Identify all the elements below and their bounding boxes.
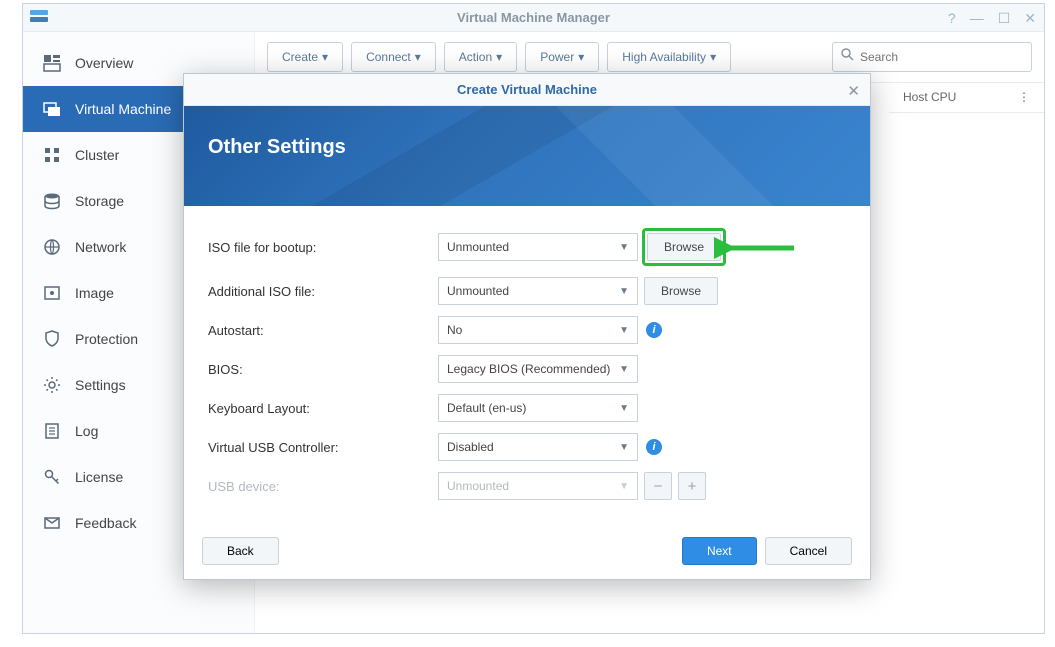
modal-heading: Other Settings xyxy=(208,136,846,159)
next-button[interactable]: Next xyxy=(682,537,757,565)
select-iso-additional[interactable]: Unmounted▼ xyxy=(438,277,638,305)
chevron-down-icon: ▼ xyxy=(619,442,629,453)
chevron-down-icon: ▼ xyxy=(619,242,629,253)
chevron-down-icon: ▼ xyxy=(619,286,629,297)
ha-button[interactable]: High Availability▾ xyxy=(607,42,731,72)
highlight-annotation: Browse xyxy=(642,228,726,266)
label-iso-additional: Additional ISO file: xyxy=(208,284,438,299)
row-usb-controller: Virtual USB Controller: Disabled▼ i xyxy=(208,433,846,461)
vm-icon xyxy=(43,100,61,118)
browse-iso-bootup-button[interactable]: Browse xyxy=(647,233,721,261)
image-icon xyxy=(43,284,61,302)
chevron-down-icon: ▼ xyxy=(619,325,629,336)
select-keyboard[interactable]: Default (en-us)▼ xyxy=(438,394,638,422)
dashboard-icon xyxy=(43,54,61,72)
row-iso-additional: Additional ISO file: Unmounted▼ Browse xyxy=(208,277,846,305)
sidebar-item-label: Protection xyxy=(75,331,138,347)
row-usb-device: USB device: Unmounted▼ − + xyxy=(208,472,846,500)
storage-icon xyxy=(43,192,61,210)
network-icon xyxy=(43,238,61,256)
sidebar-item-label: Cluster xyxy=(75,147,119,163)
gear-icon xyxy=(43,376,61,394)
row-autostart: Autostart: No▼ i xyxy=(208,316,846,344)
chevron-down-icon: ▼ xyxy=(619,403,629,414)
window-controls: ? — ☐ ✕ xyxy=(948,10,1036,27)
sidebar-item-label: Settings xyxy=(75,377,126,393)
chevron-down-icon: ▾ xyxy=(322,50,328,64)
window-title: Virtual Machine Manager xyxy=(457,10,610,25)
search-input[interactable] xyxy=(860,50,1023,64)
add-usb-button[interactable]: + xyxy=(678,472,706,500)
modal-footer: Back Next Cancel xyxy=(184,523,870,579)
sidebar-item-label: Storage xyxy=(75,193,124,209)
titlebar: Virtual Machine Manager ? — ☐ ✕ xyxy=(23,4,1044,32)
modal-titlebar: Create Virtual Machine ✕ xyxy=(184,74,870,106)
connect-button[interactable]: Connect▾ xyxy=(351,42,436,72)
back-button[interactable]: Back xyxy=(202,537,279,565)
sidebar-item-label: Image xyxy=(75,285,114,301)
envelope-icon xyxy=(43,514,61,532)
select-bios[interactable]: Legacy BIOS (Recommended)▼ xyxy=(438,355,638,383)
row-bios: BIOS: Legacy BIOS (Recommended)▼ xyxy=(208,355,846,383)
search-icon xyxy=(841,48,854,66)
browse-iso-additional-button[interactable]: Browse xyxy=(644,277,718,305)
sidebar-item-label: License xyxy=(75,469,123,485)
help-icon[interactable]: ? xyxy=(948,10,956,27)
chevron-down-icon: ▼ xyxy=(619,364,629,375)
create-vm-modal: Create Virtual Machine ✕ Other Settings … xyxy=(183,73,871,580)
table-header: Host CPU ⋮ xyxy=(889,82,1044,113)
label-bios: BIOS: xyxy=(208,362,438,377)
sidebar-item-label: Network xyxy=(75,239,126,255)
select-iso-bootup[interactable]: Unmounted▼ xyxy=(438,233,638,261)
sidebar-item-label: Log xyxy=(75,423,98,439)
close-icon[interactable]: ✕ xyxy=(1024,10,1036,27)
select-usb-controller[interactable]: Disabled▼ xyxy=(438,433,638,461)
modal-title: Create Virtual Machine xyxy=(457,82,597,97)
label-usb-controller: Virtual USB Controller: xyxy=(208,440,438,455)
action-button[interactable]: Action▾ xyxy=(444,42,517,72)
label-keyboard: Keyboard Layout: xyxy=(208,401,438,416)
power-button[interactable]: Power▾ xyxy=(525,42,599,72)
log-icon xyxy=(43,422,61,440)
modal-close-icon[interactable]: ✕ xyxy=(847,82,860,100)
search-box[interactable] xyxy=(832,42,1032,72)
create-button[interactable]: Create▾ xyxy=(267,42,343,72)
row-keyboard: Keyboard Layout: Default (en-us)▼ xyxy=(208,394,846,422)
cluster-icon xyxy=(43,146,61,164)
more-icon[interactable]: ⋮ xyxy=(1018,90,1030,104)
chevron-down-icon: ▾ xyxy=(578,50,584,64)
info-icon[interactable]: i xyxy=(646,439,662,455)
sidebar-item-label: Virtual Machine xyxy=(75,101,171,117)
row-iso-bootup: ISO file for bootup: Unmounted▼ Browse xyxy=(208,228,846,266)
label-usb-device: USB device: xyxy=(208,479,438,494)
sidebar-item-label: Overview xyxy=(75,55,133,71)
col-hostcpu: Host CPU xyxy=(903,90,956,104)
key-icon xyxy=(43,468,61,486)
modal-body: ISO file for bootup: Unmounted▼ Browse A… xyxy=(184,206,870,519)
select-autostart[interactable]: No▼ xyxy=(438,316,638,344)
info-icon[interactable]: i xyxy=(646,322,662,338)
label-iso-bootup: ISO file for bootup: xyxy=(208,240,438,255)
label-autostart: Autostart: xyxy=(208,323,438,338)
cancel-button[interactable]: Cancel xyxy=(765,537,852,565)
chevron-down-icon: ▾ xyxy=(496,50,502,64)
maximize-icon[interactable]: ☐ xyxy=(998,10,1011,27)
chevron-down-icon: ▾ xyxy=(415,50,421,64)
app-icon xyxy=(29,8,49,26)
select-usb-device: Unmounted▼ xyxy=(438,472,638,500)
modal-banner: Other Settings xyxy=(184,106,870,206)
shield-icon xyxy=(43,330,61,348)
sidebar-item-label: Feedback xyxy=(75,515,136,531)
remove-usb-button[interactable]: − xyxy=(644,472,672,500)
chevron-down-icon: ▼ xyxy=(619,481,629,492)
minimize-icon[interactable]: — xyxy=(970,10,984,27)
chevron-down-icon: ▾ xyxy=(710,50,716,64)
